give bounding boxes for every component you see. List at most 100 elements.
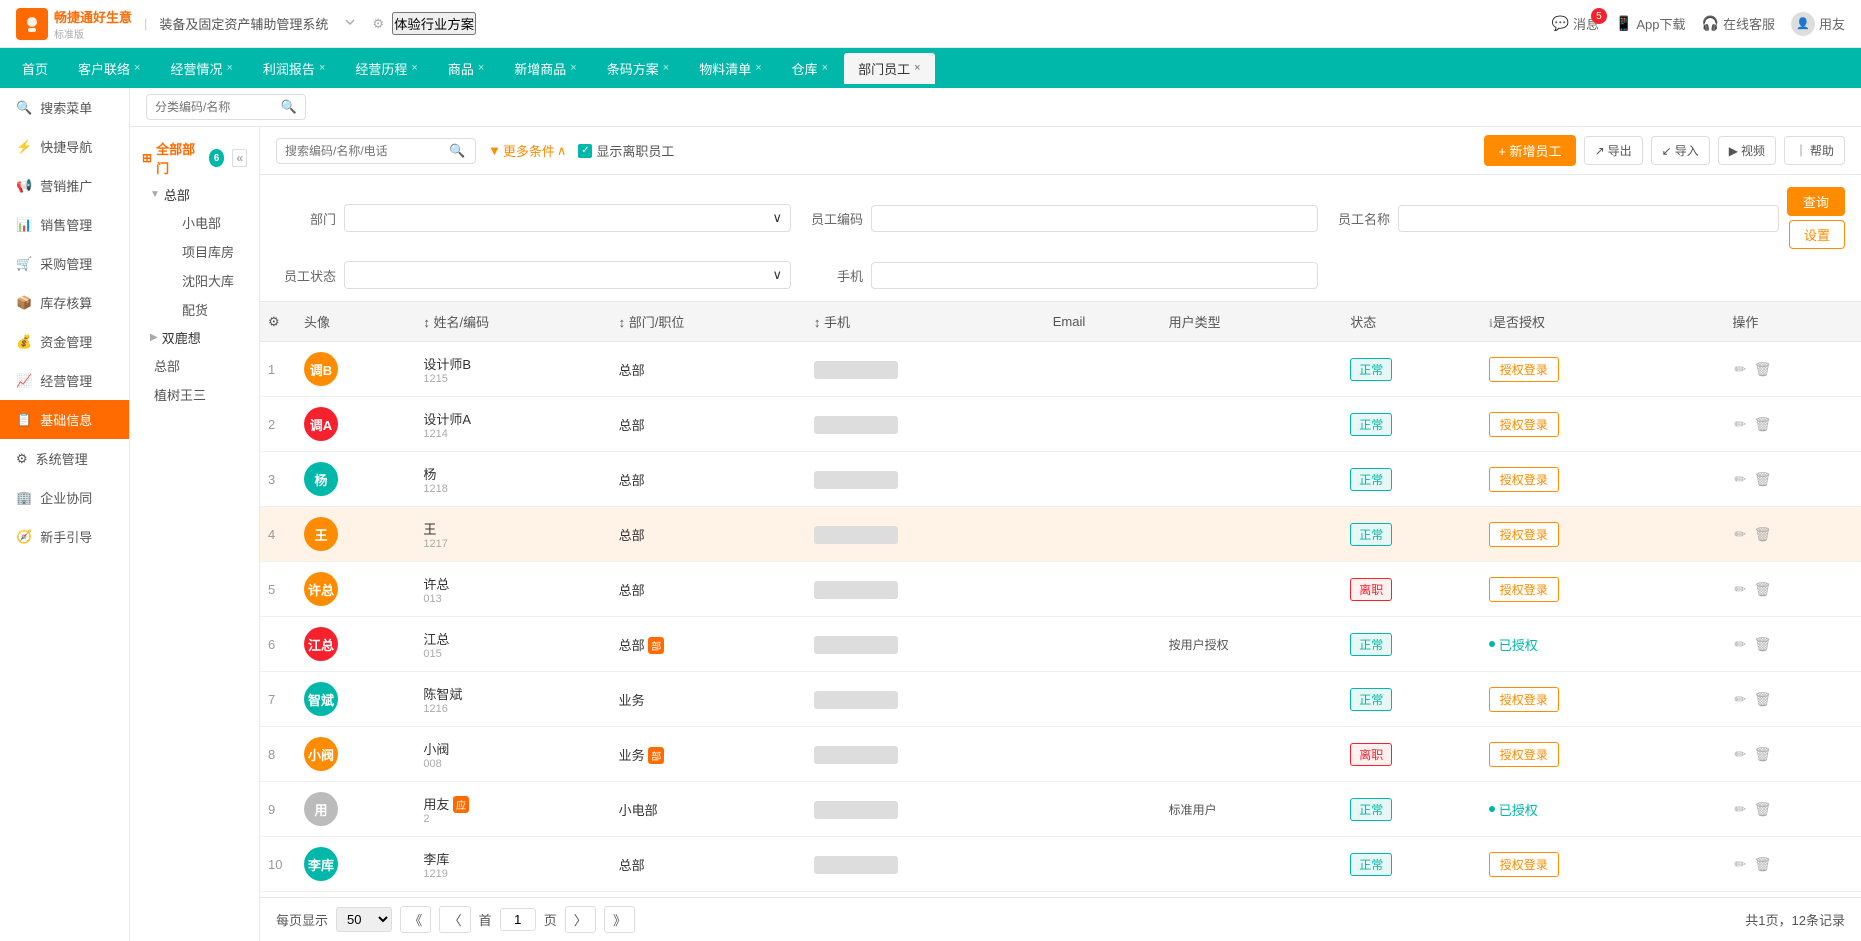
online-service-btn[interactable]: 🎧 在线客服 [1702,14,1775,33]
edit-btn[interactable]: ✏ [1734,691,1746,707]
import-btn[interactable]: ↙ 导入 [1651,136,1710,165]
col-phone[interactable]: ↕ 手机 [806,302,1045,342]
status-badge: 正常 [1350,633,1392,656]
sidebar-item-operation[interactable]: 📈 经营管理 [0,361,129,400]
auth-btn[interactable]: 授权登录 [1489,357,1559,382]
tab-warehouse[interactable]: 仓库 × [778,53,842,84]
status-cell: 正常 [1342,617,1481,672]
filter-empcode-input[interactable] [871,205,1318,232]
filter-status-select[interactable]: ∨ [344,261,791,289]
import-icon: ↙ [1662,144,1672,158]
show-resigned-checkbox[interactable]: ✓ 显示离职员工 [578,141,674,160]
tab-bom[interactable]: 物料清单 × [685,53,775,84]
dept-cell: 总部 [611,452,806,507]
edit-btn[interactable]: ✏ [1734,581,1746,597]
col-name[interactable]: ↕ 姓名/编码 [415,302,610,342]
tab-barcode[interactable]: 条码方案 × [593,53,683,84]
delete-btn[interactable]: 🗑 [1754,801,1772,817]
message-btn[interactable]: 💬 消息 5 [1552,14,1599,33]
dept-tree-header[interactable]: ⊞ 全部部门 6 « [134,135,255,181]
auth-btn[interactable]: 授权登录 [1489,577,1559,602]
dept-item-general[interactable]: ▼ 总部 [146,181,255,208]
edit-btn[interactable]: ✏ [1734,361,1746,377]
tab-goods[interactable]: 商品 × [434,53,498,84]
filter-phone-input[interactable] [871,262,1318,289]
delete-btn[interactable]: 🗑 [1754,471,1772,487]
tab-profit[interactable]: 利润报告 × [249,53,339,84]
view-btn[interactable]: ▶ 视频 [1718,136,1776,165]
help-btn[interactable]: ｜ 帮助 [1784,136,1845,165]
export-btn[interactable]: ↗ 导出 [1584,136,1643,165]
tab-customer[interactable]: 客户联络 × [64,53,154,84]
sidebar-item-system[interactable]: ⚙ 系统管理 [0,439,129,478]
edit-btn[interactable]: ✏ [1734,636,1746,652]
col-settings[interactable]: ⚙ [260,302,296,342]
per-page-select[interactable]: 50 100 [336,907,392,932]
delete-btn[interactable]: 🗑 [1754,416,1772,432]
add-employee-btn[interactable]: + 新增员工 [1484,135,1575,166]
set-btn[interactable]: 设置 [1789,220,1845,249]
edit-btn[interactable]: ✏ [1734,746,1746,762]
prev-page-btn[interactable]: 〈 [439,906,470,933]
sidebar-item-purchase[interactable]: 🛒 采购管理 [0,244,129,283]
filter-empname-input[interactable] [1398,205,1779,232]
dept-item-zongbu[interactable]: 总部 [146,351,255,380]
auth-btn[interactable]: 授权登录 [1489,412,1559,437]
employee-table: ⚙ 头像 ↕ 姓名/编码 ↕ 部门/职位 ↕ 手机 [260,302,1861,892]
sidebar-item-sales[interactable]: 📊 销售管理 [0,205,129,244]
sidebar-item-corp[interactable]: 🏢 企业协同 [0,478,129,517]
filter-empname-row: 员工名称 查询 设置 [1330,187,1845,249]
last-page-btn[interactable]: 》 [604,906,635,933]
sidebar-item-inventory[interactable]: 📦 库存核算 [0,283,129,322]
delete-btn[interactable]: 🗑 [1754,691,1772,707]
edit-btn[interactable]: ✏ [1734,471,1746,487]
dept-item-shuanglu[interactable]: ▶ 双鹿想 [146,324,255,351]
delete-btn[interactable]: 🗑 [1754,526,1772,542]
sidebar-item-marketing[interactable]: 📢 营销推广 [0,166,129,205]
user-menu-btn[interactable]: 👤 用友 [1791,12,1845,36]
next-page-btn[interactable]: 〉 [565,906,596,933]
edit-btn[interactable]: ✏ [1734,801,1746,817]
edit-btn[interactable]: ✏ [1734,856,1746,872]
delete-btn[interactable]: 🗑 [1754,746,1772,762]
tab-home[interactable]: 首页 [8,53,62,84]
classify-search-input[interactable] [155,100,277,114]
delete-btn[interactable]: 🗑 [1754,856,1772,872]
delete-btn[interactable]: 🗑 [1754,581,1772,597]
dept-item-shenyang[interactable]: 沈阳大库 [162,266,255,295]
sidebar-item-shortcut[interactable]: ⚡ 快捷导航 [0,127,129,166]
app-download-btn[interactable]: 📱 App下载 [1615,14,1686,33]
tab-new-goods[interactable]: 新增商品 × [500,53,590,84]
sidebar-item-guide[interactable]: 🧭 新手引导 [0,517,129,556]
delete-btn[interactable]: 🗑 [1754,361,1772,377]
settings-icon[interactable]: ⚙ [372,16,384,32]
dept-collapse-btn[interactable]: « [232,149,247,167]
search-input[interactable] [285,144,445,158]
dept-item-xiaodian[interactable]: 小电部 [162,208,255,237]
sidebar-item-finance[interactable]: 💰 资金管理 [0,322,129,361]
sidebar-item-basic[interactable]: 📋 基础信息 [0,400,129,439]
auth-btn[interactable]: 授权登录 [1489,522,1559,547]
sidebar-item-search[interactable]: 🔍 搜索菜单 [0,88,129,127]
filter-dept-select[interactable]: ∨ [344,204,791,232]
tab-history[interactable]: 经营历程 × [341,53,431,84]
dept-item-peihuo[interactable]: 配货 [162,295,255,324]
tab-operation[interactable]: 经营情况 × [156,53,246,84]
auth-btn[interactable]: 授权登录 [1489,467,1559,492]
col-dept[interactable]: ↕ 部门/职位 [611,302,806,342]
filter-status-label: 员工状态 [276,266,336,285]
edit-btn[interactable]: ✏ [1734,526,1746,542]
auth-btn[interactable]: 授权登录 [1489,742,1559,767]
dept-item-project[interactable]: 项目库房 [162,237,255,266]
trial-button[interactable]: 体验行业方案 [392,12,476,35]
auth-btn[interactable]: 授权登录 [1489,687,1559,712]
query-btn[interactable]: 查询 [1787,187,1845,216]
delete-btn[interactable]: 🗑 [1754,636,1772,652]
dept-item-zhishu[interactable]: 植树王三 [146,380,255,409]
first-page-btn[interactable]: 《 [400,906,431,933]
auth-btn[interactable]: 授权登录 [1489,852,1559,877]
tab-dept-staff[interactable]: 部门员工 × [844,53,934,84]
page-input[interactable] [500,908,536,931]
edit-btn[interactable]: ✏ [1734,416,1746,432]
filter-more-btn[interactable]: ▼ 更多条件 ∧ [488,141,566,160]
